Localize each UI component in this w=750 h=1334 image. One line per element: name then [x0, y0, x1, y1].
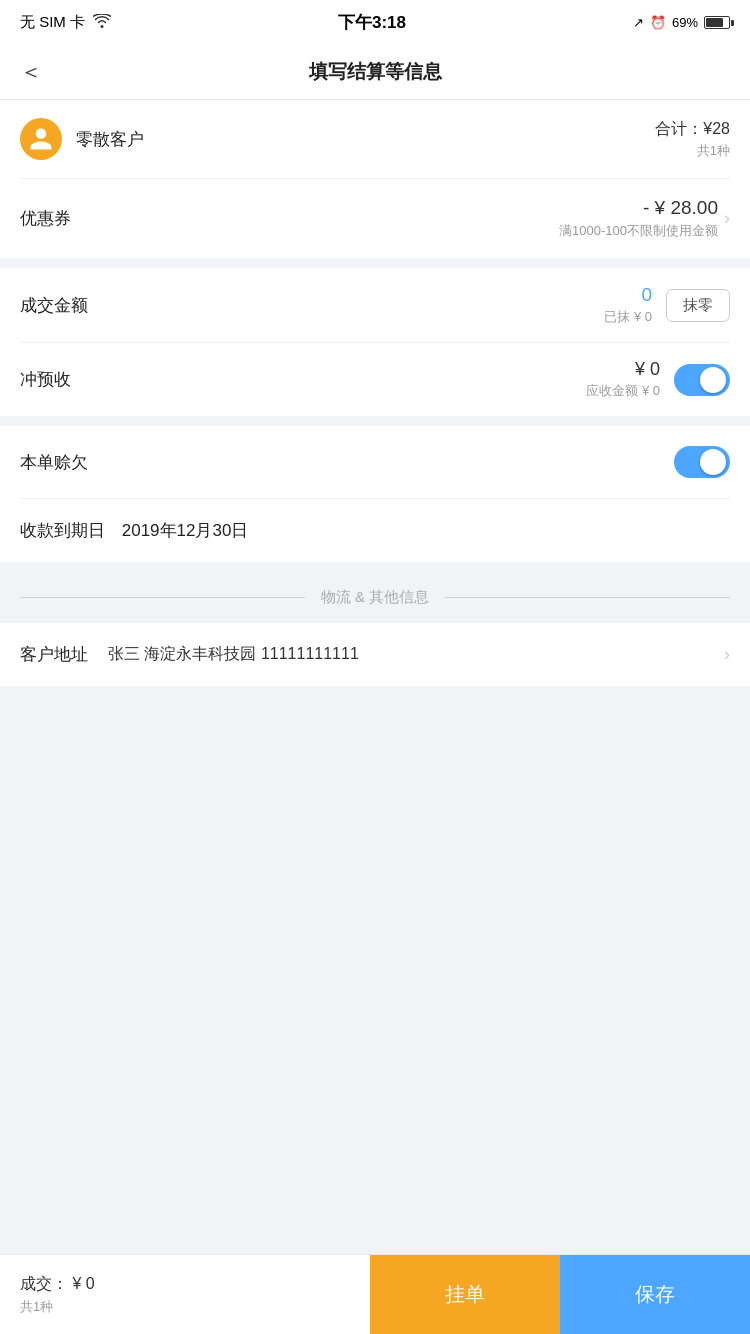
deal-amount: ¥ 0: [72, 1275, 94, 1292]
transaction-label: 成交金额: [20, 294, 88, 317]
transaction-sub: 已抹 ¥ 0: [604, 308, 652, 326]
bottom-deal: 成交： ¥ 0: [20, 1274, 350, 1295]
prepay-right: ¥ 0 应收金额 ¥ 0: [586, 359, 730, 400]
debt-toggle[interactable]: [674, 446, 730, 478]
round-zero-button[interactable]: 抹零: [666, 289, 730, 322]
prepay-main-amount: ¥ 0: [586, 359, 660, 380]
due-date-row: 收款到期日 2019年12月30日: [0, 499, 750, 562]
chevron-right-icon: ›: [724, 208, 730, 229]
logistics-divider: 物流 & 其他信息: [0, 572, 750, 623]
due-date-value: 2019年12月30日: [122, 521, 249, 540]
address-row[interactable]: 客户地址 张三 海淀永丰科技园 11111111111 ›: [0, 623, 750, 686]
status-left: 无 SIM 卡: [20, 13, 111, 32]
coupon-row[interactable]: 优惠券 - ¥ 28.00 满1000-100不限制使用金额 ›: [0, 179, 750, 258]
total-count: 共1种: [655, 142, 730, 160]
hang-label: 挂单: [445, 1281, 485, 1308]
hang-button[interactable]: 挂单: [370, 1255, 560, 1335]
customer-name: 零散客户: [76, 128, 144, 151]
save-label: 保存: [635, 1281, 675, 1308]
bottom-bar: 成交： ¥ 0 共1种 挂单 保存: [0, 1254, 750, 1334]
address-value: 张三 海淀永丰科技园 11111111111: [108, 644, 724, 665]
coupon-right: - ¥ 28.00 满1000-100不限制使用金额: [559, 197, 718, 240]
prepay-amounts: ¥ 0 应收金额 ¥ 0: [586, 359, 660, 400]
alarm-icon: ⏰: [650, 15, 666, 30]
debt-section: 本单赊欠 收款到期日 2019年12月30日: [0, 426, 750, 562]
logistics-line-left: [20, 597, 305, 598]
transaction-right: 0 已抹 ¥ 0 抹零: [604, 284, 730, 326]
transaction-section: 成交金额 0 已抹 ¥ 0 抹零 冲预收 ¥ 0 应收金额 ¥ 0: [0, 268, 750, 416]
deal-label: 成交：: [20, 1275, 68, 1292]
battery-percent: 69%: [672, 15, 698, 30]
user-icon: [28, 126, 54, 152]
save-button[interactable]: 保存: [560, 1255, 750, 1335]
coupon-desc: 满1000-100不限制使用金额: [559, 222, 718, 240]
address-section: 客户地址 张三 海淀永丰科技园 11111111111 ›: [0, 623, 750, 686]
avatar: [20, 118, 62, 160]
back-button[interactable]: ＜: [20, 57, 42, 87]
prepay-label: 冲预收: [20, 368, 71, 391]
address-chevron-icon: ›: [724, 644, 730, 665]
transaction-amount: 0: [641, 284, 652, 306]
toggle-knob: [700, 367, 726, 393]
bottom-summary: 成交： ¥ 0 共1种: [0, 1274, 370, 1316]
prepay-row: 冲预收 ¥ 0 应收金额 ¥ 0: [0, 343, 750, 416]
coupon-amount: - ¥ 28.00: [643, 197, 718, 219]
prepay-sub-text: 应收金额 ¥ 0: [586, 382, 660, 400]
address-label: 客户地址: [20, 643, 88, 666]
logistics-line-right: [445, 597, 730, 598]
coupon-label: 优惠券: [20, 207, 71, 230]
status-right: ↗ ⏰ 69%: [633, 15, 730, 30]
transaction-row: 成交金额 0 已抹 ¥ 0 抹零: [0, 268, 750, 342]
bottom-count: 共1种: [20, 1298, 350, 1316]
transaction-amount-col: 0 已抹 ¥ 0: [604, 284, 652, 326]
customer-total: 合计：¥28 共1种: [655, 119, 730, 160]
total-amount: 合计：¥28: [655, 119, 730, 140]
page-title: 填写结算等信息: [309, 59, 442, 85]
sim-label: 无 SIM 卡: [20, 13, 85, 32]
prepay-toggle[interactable]: [674, 364, 730, 396]
battery-icon: [704, 16, 730, 29]
debt-row: 本单赊欠: [0, 426, 750, 498]
status-bar: 无 SIM 卡 下午3:18 ↗ ⏰ 69%: [0, 0, 750, 44]
nav-bar: ＜ 填写结算等信息: [0, 44, 750, 100]
location-icon: ↗: [633, 15, 644, 30]
bottom-spacer: [0, 696, 750, 796]
due-date-label: 收款到期日: [20, 521, 105, 540]
customer-row: 零散客户 合计：¥28 共1种: [0, 100, 750, 178]
debt-toggle-knob: [700, 449, 726, 475]
customer-left: 零散客户: [20, 118, 144, 160]
customer-section: 零散客户 合计：¥28 共1种 优惠券 - ¥ 28.00 满1000-100不…: [0, 100, 750, 258]
logistics-text: 物流 & 其他信息: [321, 588, 429, 607]
debt-label: 本单赊欠: [20, 451, 88, 474]
wifi-icon: [93, 14, 111, 31]
status-time: 下午3:18: [338, 11, 406, 34]
